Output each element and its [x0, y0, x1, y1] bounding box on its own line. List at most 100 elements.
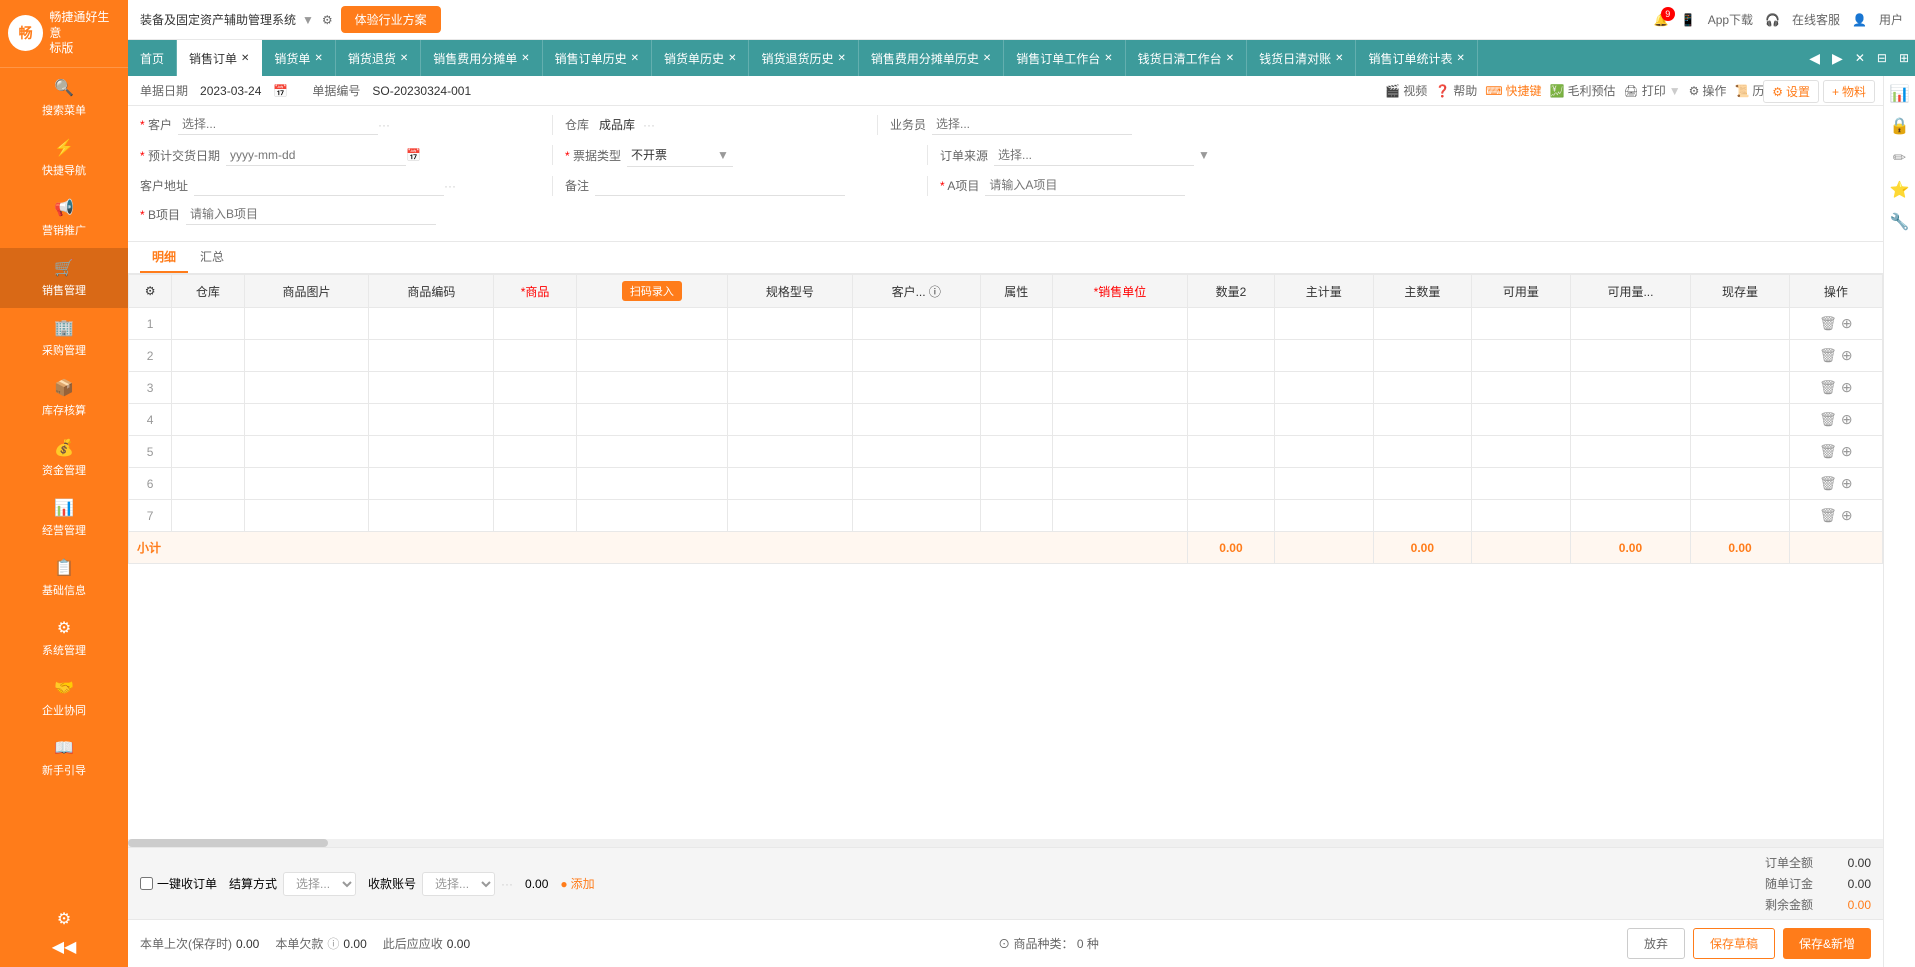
calendar-icon[interactable]: 📅 — [273, 84, 288, 98]
tab-bill-history[interactable]: 销货单历史 ✕ — [652, 40, 749, 76]
horizontal-scrollbar[interactable] — [128, 839, 1883, 847]
row-copy-icon[interactable]: ⊕ — [1841, 443, 1853, 460]
settings-float-btn[interactable]: ⚙ 设置 — [1763, 80, 1819, 103]
row-copy-icon[interactable]: ⊕ — [1841, 411, 1853, 428]
tab-workbench[interactable]: 销售订单工作台 ✕ — [1004, 40, 1125, 76]
notes-input[interactable] — [595, 175, 845, 196]
b-project-input[interactable] — [186, 204, 436, 225]
row-delete-icon[interactable]: 🗑 — [1819, 411, 1837, 428]
tab-close-icon[interactable]: ✕ — [1104, 53, 1112, 64]
one-click-checkbox[interactable] — [140, 877, 153, 890]
panel-star-icon[interactable]: ⭐ — [1890, 180, 1910, 200]
invoice-type-select[interactable]: 不开票 ▼ — [627, 143, 733, 167]
tab-sales-order[interactable]: 销售订单 ✕ — [177, 40, 262, 76]
discard-button[interactable]: 放弃 — [1627, 928, 1685, 959]
tab-close-icon[interactable]: ✕ — [983, 53, 991, 64]
sidebar-item-marketing[interactable]: 📢 营销推广 — [0, 188, 128, 248]
sidebar-item-inventory[interactable]: 📦 库存核算 — [0, 368, 128, 428]
tab-layout-icon[interactable]: ⊟ — [1871, 51, 1893, 65]
tab-close-icon[interactable]: ✕ — [241, 53, 249, 64]
tab-sales-bill[interactable]: 销货单 ✕ — [262, 40, 335, 76]
sidebar-item-purchase[interactable]: 🏢 采购管理 — [0, 308, 128, 368]
tab-close-icon[interactable]: ✕ — [314, 53, 322, 64]
row-copy-icon[interactable]: ⊕ — [1841, 475, 1853, 492]
tab-sales-expense[interactable]: 销售费用分摊单 ✕ — [421, 40, 542, 76]
help-btn[interactable]: ❓ 帮助 — [1435, 82, 1477, 99]
operation-btn[interactable]: ⚙ 操作 — [1689, 82, 1727, 99]
row-delete-icon[interactable]: 🗑 — [1819, 347, 1837, 364]
delivery-calendar-icon[interactable]: 📅 — [406, 148, 421, 162]
a-project-input[interactable] — [985, 175, 1185, 196]
sidebar-item-quicknav[interactable]: ⚡ 快捷导航 — [0, 128, 128, 188]
profit-btn[interactable]: 💹 毛利预估 — [1550, 82, 1616, 99]
tab-close-icon[interactable]: ✕ — [631, 53, 639, 64]
tab-close-icon[interactable]: ✕ — [521, 53, 529, 64]
add-btn[interactable]: ● 添加 — [560, 875, 594, 892]
panel-chart-icon[interactable]: 📊 — [1890, 84, 1910, 104]
tab-more-icon[interactable]: ✕ — [1849, 51, 1871, 65]
order-source-input[interactable] — [994, 145, 1194, 166]
col-scan[interactable]: 扫码录入 — [576, 275, 727, 308]
sidebar-item-system[interactable]: ⚙ 系统管理 — [0, 608, 128, 668]
tab-expense-history[interactable]: 销售费用分摊单历史 ✕ — [859, 40, 1004, 76]
delivery-date-input[interactable] — [226, 145, 406, 166]
customer-address-input[interactable] — [194, 175, 444, 196]
view-btn[interactable]: 🎬 视频 — [1385, 82, 1427, 99]
panel-lock-icon[interactable]: 🔒 — [1890, 116, 1910, 136]
tab-daily-reconcile[interactable]: 钱货日清对账 ✕ — [1247, 40, 1356, 76]
row-copy-icon[interactable]: ⊕ — [1841, 507, 1853, 524]
save-new-button[interactable]: 保存&新增 — [1783, 928, 1871, 959]
sidebar-item-finance[interactable]: 💰 资金管理 — [0, 428, 128, 488]
sidebar-item-collab[interactable]: 🤝 企业协同 — [0, 668, 128, 728]
save-draft-button[interactable]: 保存草稿 — [1693, 928, 1775, 959]
tab-close-icon[interactable]: ✕ — [400, 53, 408, 64]
shortcut-btn[interactable]: ⌨ 快捷键 — [1485, 82, 1541, 99]
tab-close-icon[interactable]: ✕ — [1457, 53, 1465, 64]
sidebar-item-search[interactable]: 🔍 搜索菜单 — [0, 68, 128, 128]
tab-close-icon[interactable]: ✕ — [1335, 53, 1343, 64]
payment-method-select[interactable]: 选择... — [283, 872, 356, 896]
notification-badge[interactable]: 🔔 9 — [1654, 13, 1669, 27]
tab-return-history[interactable]: 销货退货历史 ✕ — [749, 40, 858, 76]
sidebar-settings-icon[interactable]: ⚙ — [57, 909, 71, 929]
customer-input[interactable] — [178, 114, 378, 135]
add-item-btn[interactable]: + 物料 — [1823, 80, 1875, 103]
tab-fullscreen-icon[interactable]: ⊞ — [1893, 51, 1915, 65]
sidebar-collapse-icon[interactable]: ◀◀ — [52, 937, 77, 957]
salesperson-input[interactable] — [932, 114, 1132, 135]
sidebar-item-operations[interactable]: 📊 经营管理 — [0, 488, 128, 548]
col-settings[interactable]: ⚙ — [129, 275, 172, 308]
sidebar-item-sales[interactable]: 🛒 销售管理 — [0, 248, 128, 308]
tab-sales-return[interactable]: 销货退货 ✕ — [336, 40, 421, 76]
tab-stats[interactable]: 销售订单统计表 ✕ — [1356, 40, 1477, 76]
row-delete-icon[interactable]: 🗑 — [1819, 443, 1837, 460]
sidebar-item-basic[interactable]: 📋 基础信息 — [0, 548, 128, 608]
tab-close-icon[interactable]: ✕ — [1226, 53, 1234, 64]
topbar-settings-icon[interactable]: ⚙ — [322, 13, 333, 27]
tab-close-icon[interactable]: ✕ — [837, 53, 845, 64]
tab-daily-clear[interactable]: 钱货日清工作台 ✕ — [1126, 40, 1247, 76]
solution-button[interactable]: 体验行业方案 — [341, 6, 441, 33]
tab-home[interactable]: 首页 — [128, 40, 177, 76]
row-copy-icon[interactable]: ⊕ — [1841, 379, 1853, 396]
tab-summary[interactable]: 汇总 — [188, 242, 236, 273]
tab-detail[interactable]: 明细 — [140, 242, 188, 273]
tab-order-history[interactable]: 销售订单历史 ✕ — [543, 40, 652, 76]
sidebar-item-guide[interactable]: 📖 新手引导 — [0, 728, 128, 788]
row-copy-icon[interactable]: ⊕ — [1841, 347, 1853, 364]
one-click-order-checkbox[interactable]: 一键收订单 — [140, 875, 217, 892]
panel-edit-icon[interactable]: ✏ — [1893, 148, 1906, 168]
tab-next-icon[interactable]: ▶ — [1826, 50, 1849, 67]
row-delete-icon[interactable]: 🗑 — [1819, 315, 1837, 332]
tab-prev-icon[interactable]: ◀ — [1803, 50, 1826, 67]
print-btn[interactable]: 🖨 打印 ▼ — [1624, 82, 1681, 99]
account-select[interactable]: 选择... — [422, 872, 495, 896]
tab-close-icon[interactable]: ✕ — [728, 53, 736, 64]
scroll-thumb[interactable] — [128, 839, 328, 847]
scan-button[interactable]: 扫码录入 — [622, 281, 682, 301]
panel-tool-icon[interactable]: 🔧 — [1890, 212, 1910, 232]
row-delete-icon[interactable]: 🗑 — [1819, 475, 1837, 492]
row-delete-icon[interactable]: 🗑 — [1819, 507, 1837, 524]
row-copy-icon[interactable]: ⊕ — [1841, 315, 1853, 332]
row-delete-icon[interactable]: 🗑 — [1819, 379, 1837, 396]
